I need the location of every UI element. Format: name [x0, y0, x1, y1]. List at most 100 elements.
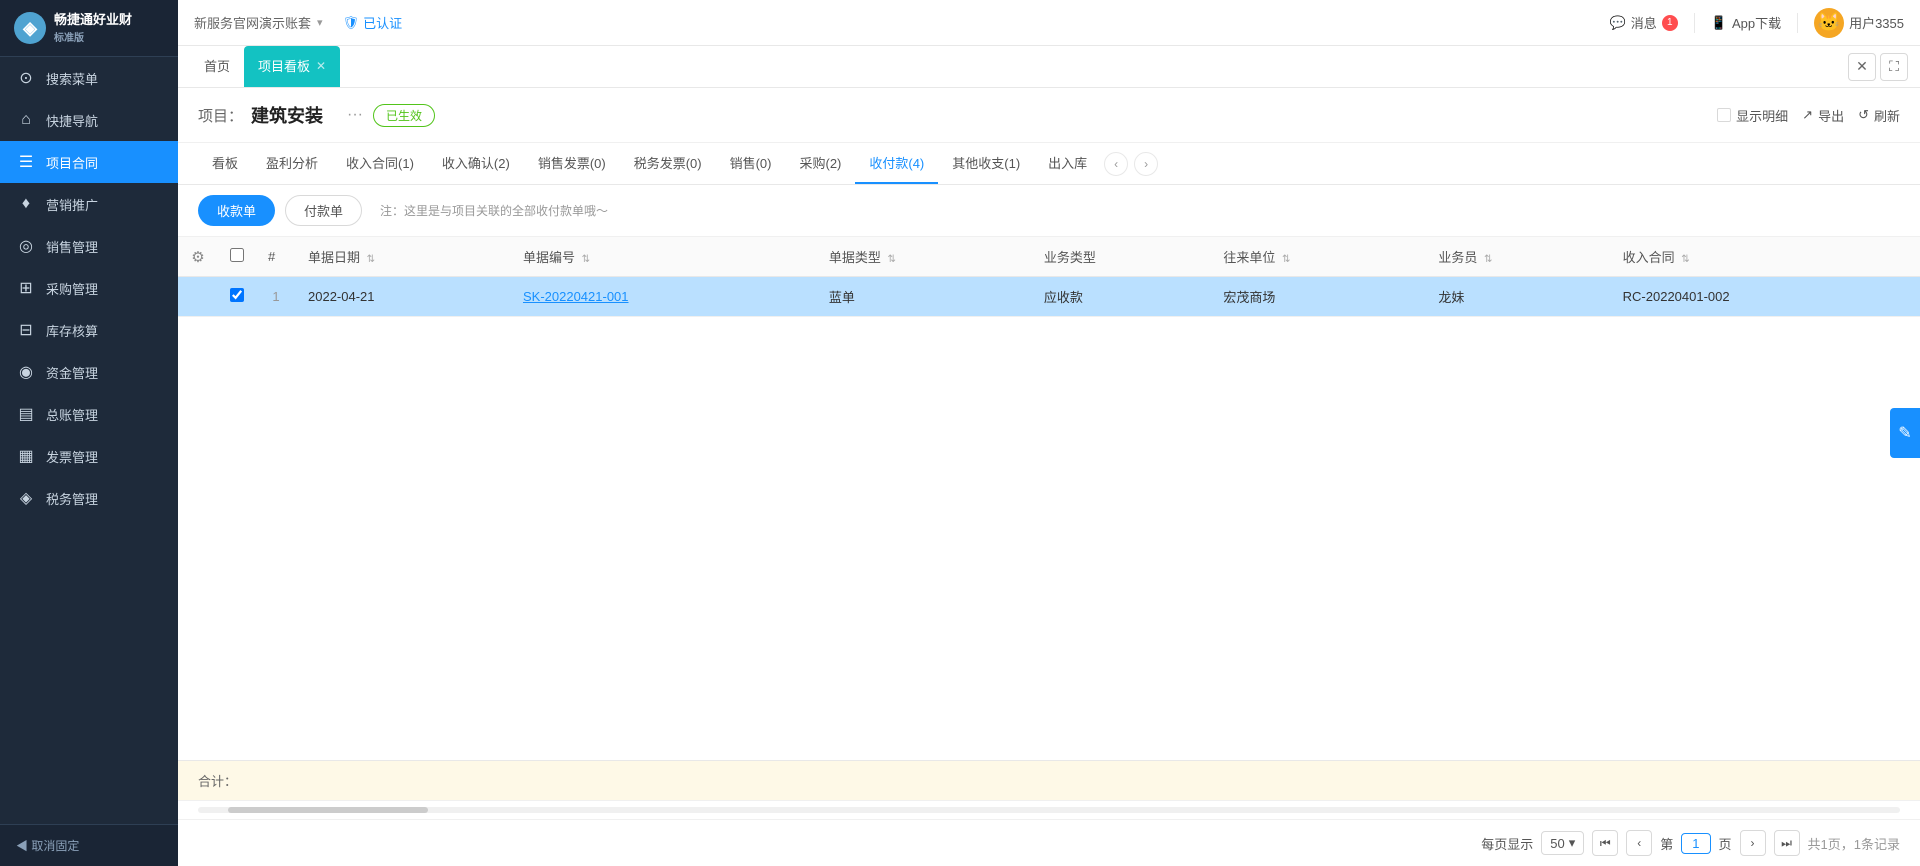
sidebar-footer-label: ◀ 取消固定	[16, 837, 79, 854]
refresh-icon: ↺	[1858, 107, 1869, 123]
sub-tab-income-contract[interactable]: 收入合同(1)	[332, 143, 428, 184]
sidebar-item-label: 采购管理	[46, 279, 98, 298]
sidebar-item-invoice[interactable]: ▦ 发票管理	[0, 435, 178, 477]
th-code[interactable]: 单据编号 ⇅	[511, 237, 817, 277]
checkbox-icon[interactable]	[1717, 108, 1731, 122]
pagination: 每页显示 50 ▾ ⏮ ‹ 第 1 页 › ⏭ 共1页，1条记录	[178, 819, 1920, 866]
sub-tab-sales-invoice[interactable]: 销售发票(0)	[524, 143, 620, 184]
phone-icon: 📱	[1711, 15, 1727, 31]
prev-page-button[interactable]: ‹	[1626, 830, 1652, 856]
export-icon: ↗	[1802, 107, 1813, 123]
first-page-button[interactable]: ⏮	[1592, 830, 1618, 856]
current-page-number[interactable]: 1	[1681, 833, 1710, 854]
settings-icon[interactable]: ⚙	[191, 249, 204, 266]
show-detail-label: 显示明细	[1736, 106, 1788, 125]
sidebar: ◈ 畅捷通好业财 标准版 ⊙ 搜索菜单 ⌂ 快捷导航 ☰ 项目合同 ♦ 营销推广…	[0, 0, 178, 866]
th-num: #	[256, 237, 296, 277]
next-page-button[interactable]: ›	[1740, 830, 1766, 856]
app-logo-icon: ◈	[14, 12, 46, 44]
sidebar-item-quicknav[interactable]: ⌂ 快捷导航	[0, 99, 178, 141]
horizontal-scrollbar[interactable]	[198, 807, 1900, 813]
user-profile-button[interactable]: 🐱 用户3355	[1814, 8, 1904, 38]
td-checkbox[interactable]	[218, 277, 256, 317]
sub-tab-other-expense[interactable]: 其他收支(1)	[938, 143, 1034, 184]
th-biz-type: 业务类型	[1032, 237, 1212, 277]
show-detail-checkbox[interactable]: 显示明细	[1717, 106, 1788, 125]
receipt-tab-button[interactable]: 收款单	[198, 195, 275, 226]
sub-tab-prev-btn[interactable]: ‹	[1104, 152, 1128, 176]
account-selector[interactable]: 新服务官网演示账套 ▾	[194, 13, 323, 32]
refresh-button[interactable]: ↺ 刷新	[1858, 106, 1900, 125]
sidebar-item-finance[interactable]: ◉ 资金管理	[0, 351, 178, 393]
quicknav-icon: ⌂	[16, 110, 36, 130]
sub-tab-tax-invoice[interactable]: 税务发票(0)	[620, 143, 716, 184]
td-code[interactable]: SK-20220421-001	[511, 277, 817, 317]
sub-tab-profit[interactable]: 盈利分析	[252, 143, 332, 184]
shield-icon: 🛡	[343, 15, 360, 31]
td-settings	[178, 277, 218, 317]
chevron-down-icon: ▾	[1569, 835, 1576, 851]
sub-tab-purchase[interactable]: 采购(2)	[785, 143, 855, 184]
close-window-button[interactable]: ✕	[1848, 53, 1876, 81]
main-content: 新服务官网演示账套 ▾ 🛡 已认证 💬 消息 1 📱 App下载 🐱 用	[178, 0, 1920, 866]
th-salesperson[interactable]: 业务员 ⇅	[1426, 237, 1610, 277]
project-more-button[interactable]: ···	[347, 106, 363, 124]
topbar-divider-2	[1797, 13, 1798, 33]
sidebar-item-label: 搜索菜单	[46, 69, 98, 88]
sort-icon-salesperson: ⇅	[1484, 254, 1492, 265]
sort-icon-contract: ⇅	[1681, 254, 1689, 265]
sidebar-item-tax[interactable]: ◈ 税务管理	[0, 477, 178, 519]
table-area: ⚙ # 单据日期 ⇅ 单据编号 ⇅	[178, 237, 1920, 760]
scrollbar-thumb[interactable]	[228, 807, 428, 813]
page-size-value: 50	[1550, 836, 1564, 851]
chevron-down-icon: ▾	[317, 16, 323, 29]
sidebar-item-purchase[interactable]: ⊞ 采购管理	[0, 267, 178, 309]
tab-home[interactable]: 首页	[190, 46, 244, 87]
record-link[interactable]: SK-20220421-001	[523, 289, 629, 304]
page-size-selector[interactable]: 50 ▾	[1541, 831, 1584, 855]
tab-project-board[interactable]: 项目看板 ✕	[244, 46, 340, 87]
sidebar-item-label: 资金管理	[46, 363, 98, 382]
th-checkbox[interactable]	[218, 237, 256, 277]
maximize-window-button[interactable]: ⛶	[1880, 53, 1908, 81]
th-date[interactable]: 单据日期 ⇅	[296, 237, 511, 277]
sub-tab-receipt[interactable]: 收付款(4)	[855, 143, 938, 184]
finance-icon: ◉	[16, 362, 36, 382]
select-all-checkbox[interactable]	[230, 248, 244, 262]
th-income-contract[interactable]: 收入合同 ⇅	[1611, 237, 1920, 277]
page-suffix: 页	[1719, 834, 1732, 853]
sub-tab-sales[interactable]: 销售(0)	[716, 143, 786, 184]
sidebar-item-sales[interactable]: ◎ 销售管理	[0, 225, 178, 267]
th-settings[interactable]: ⚙	[178, 237, 218, 277]
sidebar-item-search[interactable]: ⊙ 搜索菜单	[0, 57, 178, 99]
app-download-label: App下载	[1732, 13, 1781, 32]
search-menu-icon: ⊙	[16, 68, 36, 88]
th-partner[interactable]: 往来单位 ⇅	[1211, 237, 1426, 277]
last-page-button[interactable]: ⏭	[1774, 830, 1800, 856]
payment-tab-button[interactable]: 付款单	[285, 195, 362, 226]
sidebar-item-contract[interactable]: ☰ 项目合同	[0, 141, 178, 183]
topbar-left: 新服务官网演示账套 ▾ 🛡 已认证	[194, 13, 1610, 32]
tab-close-icon[interactable]: ✕	[316, 59, 326, 73]
app-download-button[interactable]: 📱 App下载	[1711, 13, 1781, 32]
th-type[interactable]: 单据类型 ⇅	[817, 237, 1032, 277]
sub-tab-income-confirm[interactable]: 收入确认(2)	[428, 143, 524, 184]
topbar: 新服务官网演示账套 ▾ 🛡 已认证 💬 消息 1 📱 App下载 🐱 用	[178, 0, 1920, 46]
sidebar-item-label: 库存核算	[46, 321, 98, 340]
row-checkbox[interactable]	[230, 288, 244, 302]
sub-tab-kanban[interactable]: 看板	[198, 143, 252, 184]
marketing-icon: ♦	[16, 194, 36, 214]
sidebar-item-ledger[interactable]: ▤ 总账管理	[0, 393, 178, 435]
action-bar: 收款单 付款单 注：这里是与项目关联的全部收付款单哦～	[178, 185, 1920, 237]
sub-tab-inout[interactable]: 出入库	[1034, 143, 1101, 184]
sidebar-item-inventory[interactable]: ⊟ 库存核算	[0, 309, 178, 351]
sidebar-item-marketing[interactable]: ♦ 营销推广	[0, 183, 178, 225]
sidebar-item-label: 快捷导航	[46, 111, 98, 130]
table-row[interactable]: 1 2022-04-21 SK-20220421-001 蓝单 应收款 宏茂商场…	[178, 277, 1920, 317]
sidebar-unpin-button[interactable]: ◀ 取消固定	[0, 824, 178, 866]
messages-button[interactable]: 💬 消息 1	[1610, 13, 1678, 32]
sub-tab-next-btn[interactable]: ›	[1134, 152, 1158, 176]
export-button[interactable]: ↗ 导出	[1802, 106, 1844, 125]
floating-edit-button[interactable]: ✎	[1890, 408, 1920, 458]
sidebar-item-label: 项目合同	[46, 153, 98, 172]
